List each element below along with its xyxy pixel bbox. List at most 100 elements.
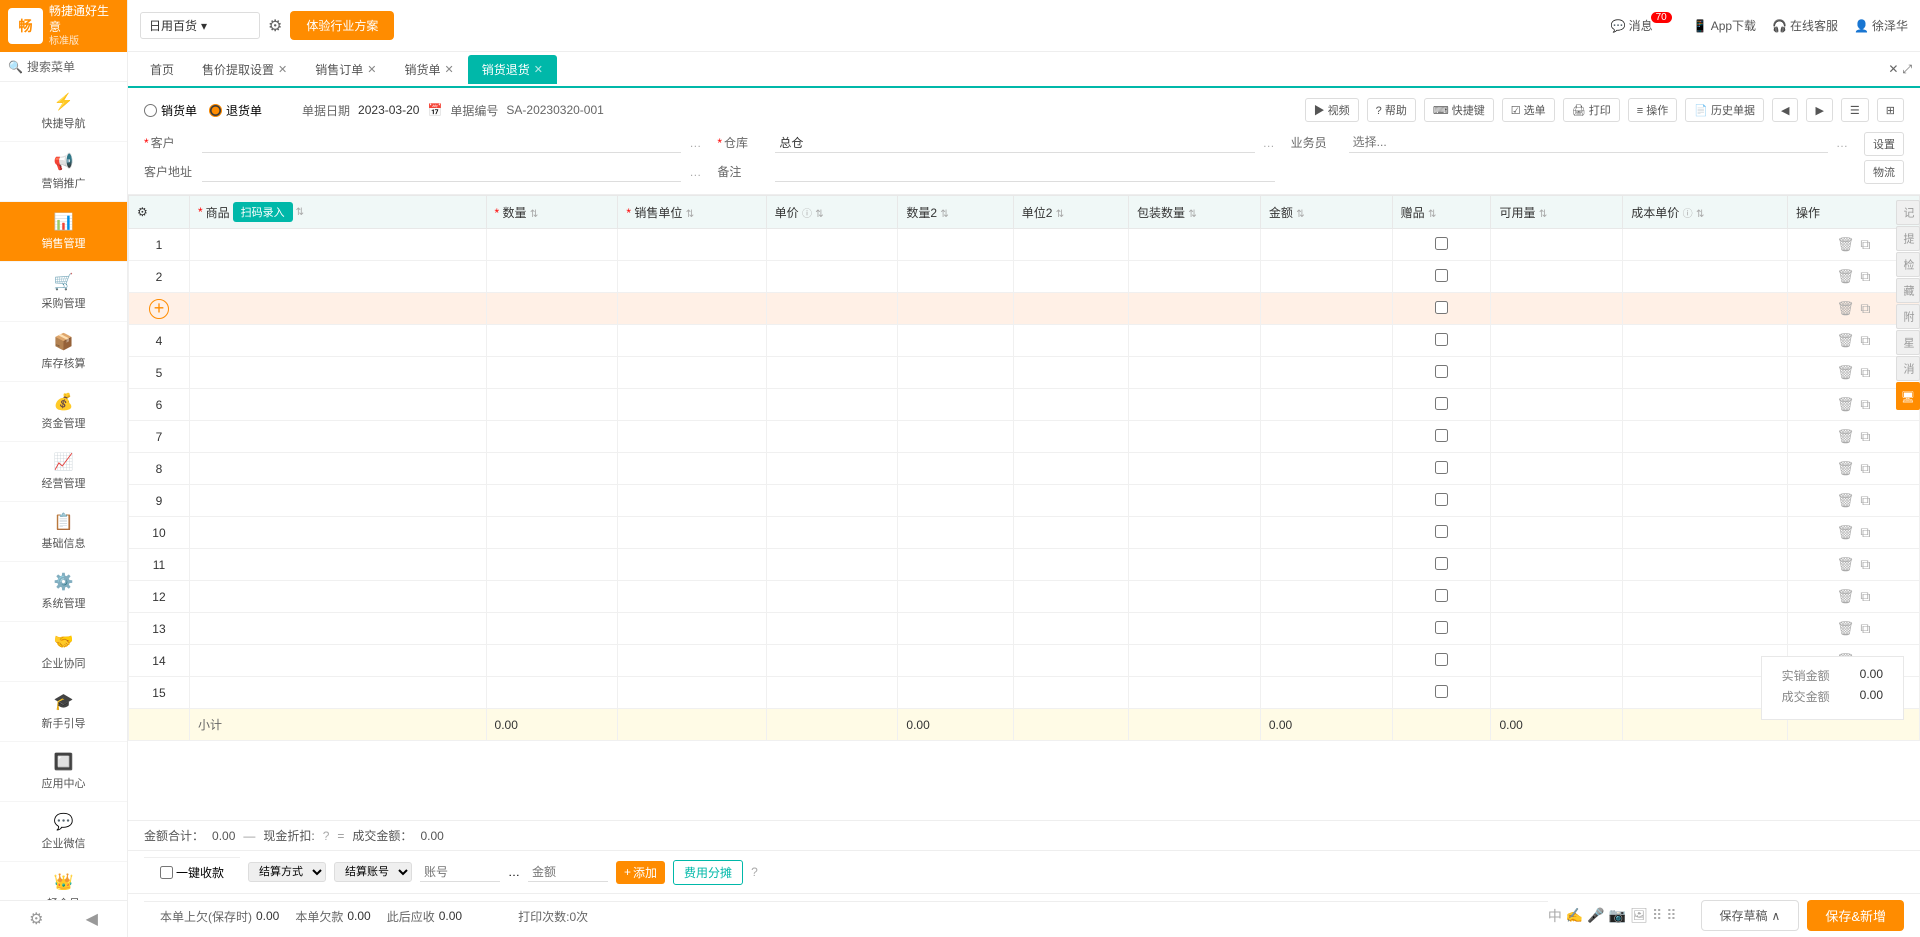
price-cell[interactable]	[766, 261, 898, 293]
copy-row-icon[interactable]: ⧉	[1860, 460, 1870, 477]
gift-checkbox[interactable]	[1435, 365, 1448, 378]
goods-input[interactable]	[198, 238, 478, 252]
cost-cell-active[interactable]	[1623, 293, 1788, 325]
gift-checkbox[interactable]	[1435, 269, 1448, 282]
delete-row-icon[interactable]: 🗑	[1837, 332, 1855, 349]
salesperson-dots[interactable]: …	[1836, 136, 1848, 150]
gift-checkbox[interactable]	[1435, 557, 1448, 570]
sidebar-item-fund[interactable]: 💰 资金管理	[0, 382, 127, 442]
list-view-btn[interactable]: ☰	[1841, 98, 1869, 122]
th-gift-sort[interactable]: ⇅	[1428, 209, 1436, 220]
tab-sales-order[interactable]: 销售订单 ✕	[301, 55, 390, 84]
tab-minimize-icon[interactable]: ✕	[1888, 62, 1898, 77]
warehouse-input[interactable]	[775, 132, 1254, 153]
account-select[interactable]: 结算账号	[334, 862, 412, 882]
price-cell[interactable]	[766, 229, 898, 261]
sidebar-item-enterprise[interactable]: 🤝 企业协同	[0, 622, 127, 682]
avail-cell[interactable]	[1491, 261, 1623, 293]
tab-sales-order-close[interactable]: ✕	[367, 63, 376, 76]
customer-dots[interactable]: …	[689, 136, 701, 150]
amount-cell-active[interactable]	[1260, 293, 1392, 325]
tab-sales-invoice-close[interactable]: ✕	[445, 63, 454, 76]
copy-row-icon[interactable]: ⧉	[1860, 524, 1870, 541]
prev-record-btn[interactable]: ◀	[1772, 98, 1798, 122]
goods-cell[interactable]	[189, 229, 486, 261]
shortcut-btn[interactable]: ⌨ 快捷键	[1424, 98, 1494, 122]
qty-cell-active[interactable]	[486, 293, 618, 325]
calendar-icon[interactable]: 📅	[427, 103, 442, 117]
delete-row-icon[interactable]: 🗑	[1837, 236, 1855, 253]
app-download-btn[interactable]: 📱 App下载	[1693, 17, 1756, 34]
unit-cell[interactable]	[618, 229, 766, 261]
select-btn[interactable]: ☑ 选单	[1502, 98, 1555, 122]
delete-row-icon[interactable]: 🗑	[1837, 556, 1855, 573]
settings-bottom-icon[interactable]: ⚙	[29, 909, 43, 929]
toolbar-icon-6[interactable]: ⠿	[1652, 907, 1662, 924]
toolbar-icon-1[interactable]: 中	[1548, 906, 1562, 926]
gift-checkbox[interactable]	[1435, 685, 1448, 698]
th-qty2-sort[interactable]: ⇅	[940, 209, 948, 220]
quick-tool-note[interactable]: 记	[1896, 200, 1920, 225]
goods-cell[interactable]	[189, 261, 486, 293]
operate-btn[interactable]: ≡ 操作	[1628, 98, 1677, 122]
copy-row-icon[interactable]: ⧉	[1860, 364, 1870, 381]
quick-tool-msg[interactable]: 消	[1896, 356, 1920, 381]
th-avail-sort[interactable]: ⇅	[1539, 209, 1547, 220]
one-click-payment-checkbox[interactable]: 一键收款	[144, 857, 240, 887]
unit-cell-active[interactable]	[618, 293, 766, 325]
gift-checkbox-active[interactable]	[1435, 301, 1448, 314]
history-btn[interactable]: 📄 历史单据	[1685, 98, 1764, 122]
th-gear[interactable]: ⚙	[129, 196, 190, 229]
copy-row-icon[interactable]: ⧉	[1860, 236, 1870, 253]
tab-sales-return[interactable]: 销货退货 ✕	[468, 55, 557, 84]
copy-row-icon[interactable]: ⧉	[1860, 556, 1870, 573]
delete-row-icon[interactable]: 🗑	[1837, 300, 1855, 317]
tab-sales-return-close[interactable]: ✕	[534, 63, 543, 76]
quick-tool-fav[interactable]: 藏	[1896, 278, 1920, 303]
gift-checkbox[interactable]	[1435, 333, 1448, 346]
sidebar-item-sys[interactable]: ⚙️ 系统管理	[0, 562, 127, 622]
gift-checkbox[interactable]	[1435, 493, 1448, 506]
form-settings-btn[interactable]: 设置	[1864, 132, 1904, 156]
gift-checkbox[interactable]	[1435, 653, 1448, 666]
settings-gear-icon[interactable]: ⚙	[268, 16, 282, 36]
sidebar-item-apps[interactable]: 🔲 应用中心	[0, 742, 127, 802]
sidebar-search[interactable]: 🔍 搜索菜单	[0, 52, 127, 82]
one-click-checkbox[interactable]	[160, 866, 173, 879]
quick-tool-orange[interactable]: 🖥	[1896, 382, 1920, 410]
delete-row-icon[interactable]: 🗑	[1837, 620, 1855, 637]
copy-row-icon[interactable]: ⧉	[1860, 268, 1870, 285]
gift-cell[interactable]	[1392, 261, 1491, 293]
copy-row-icon[interactable]: ⧉	[1860, 428, 1870, 445]
save-draft-btn[interactable]: 保存草稿 ∧	[1701, 900, 1800, 931]
tab-sales-price-close[interactable]: ✕	[278, 63, 287, 76]
cost-info-icon[interactable]: ⓘ	[1683, 209, 1693, 220]
tab-maximize-icon[interactable]: ⤢	[1902, 62, 1912, 77]
user-profile[interactable]: 👤 徐泽华	[1854, 17, 1908, 34]
next-record-btn[interactable]: ▶	[1806, 98, 1832, 122]
delete-row-icon[interactable]: 🗑	[1837, 492, 1855, 509]
settlement-select[interactable]: 结算方式	[248, 862, 326, 882]
table-settings-icon[interactable]: ⚙	[137, 205, 148, 219]
qty-cell[interactable]	[486, 229, 618, 261]
toolbar-icon-5[interactable]: 🖼	[1630, 907, 1648, 924]
tab-sales-invoice[interactable]: 销货单 ✕	[390, 55, 467, 84]
gift-checkbox[interactable]	[1435, 397, 1448, 410]
radio-return[interactable]: 退货单	[209, 102, 262, 119]
copy-row-icon[interactable]: ⧉	[1860, 492, 1870, 509]
delete-row-icon[interactable]: 🗑	[1837, 268, 1855, 285]
pack-cell[interactable]	[1129, 229, 1261, 261]
pack-cell-active[interactable]	[1129, 293, 1261, 325]
gift-checkbox[interactable]	[1435, 525, 1448, 538]
sidebar-item-quick-nav[interactable]: ⚡ 快捷导航	[0, 82, 127, 142]
cost-cell[interactable]	[1623, 261, 1788, 293]
copy-row-icon[interactable]: ⧉	[1860, 332, 1870, 349]
sidebar-item-purchase[interactable]: 🛒 采购管理	[0, 262, 127, 322]
th-pack-sort[interactable]: ⇅	[1188, 209, 1196, 220]
sidebar-item-sales[interactable]: 📊 销售管理	[0, 202, 127, 262]
unit2-cell-active[interactable]	[1013, 293, 1128, 325]
amount-input[interactable]	[528, 863, 608, 882]
unit-cell[interactable]	[618, 261, 766, 293]
amount-cell[interactable]	[1260, 229, 1392, 261]
toolbar-icon-7[interactable]: ⠿	[1666, 907, 1676, 924]
